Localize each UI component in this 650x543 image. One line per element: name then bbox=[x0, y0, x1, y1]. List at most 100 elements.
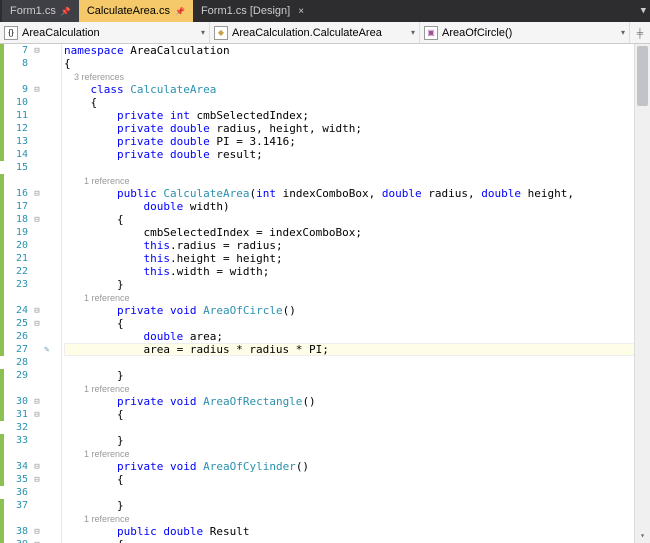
code-line[interactable]: this.radius = radius; bbox=[64, 239, 650, 252]
code-line[interactable]: this.height = height; bbox=[64, 252, 650, 265]
code-line[interactable]: 1 reference bbox=[64, 447, 650, 460]
fold-toggle-icon[interactable]: ⊟ bbox=[32, 397, 42, 407]
fold-toggle-icon[interactable]: ⊟ bbox=[32, 462, 42, 472]
scroll-down-icon[interactable]: ▾ bbox=[635, 529, 650, 543]
line-number: 28 bbox=[4, 357, 32, 368]
gutter-line: 27✎ bbox=[0, 343, 61, 356]
code-line[interactable]: double width) bbox=[64, 200, 650, 213]
code-line[interactable]: private double radius, height, width; bbox=[64, 122, 650, 135]
fold-toggle-icon[interactable]: ⊟ bbox=[32, 46, 42, 56]
line-number: 10 bbox=[4, 97, 32, 108]
close-icon[interactable]: × bbox=[298, 6, 304, 17]
fold-toggle-icon[interactable]: ⊟ bbox=[32, 475, 42, 485]
fold-toggle-icon[interactable]: ⊟ bbox=[32, 85, 42, 95]
pin-icon[interactable]: 📌 bbox=[175, 7, 185, 16]
fold-toggle-icon[interactable]: ⊟ bbox=[32, 215, 42, 225]
fold-toggle-icon[interactable]: ⊟ bbox=[32, 527, 42, 537]
code-line[interactable]: private void AreaOfRectangle() bbox=[64, 395, 650, 408]
code-line[interactable]: { bbox=[64, 538, 650, 543]
line-number: 29 bbox=[4, 370, 32, 381]
code-line[interactable]: namespace AreaCalculation bbox=[64, 44, 650, 57]
fold-toggle-icon[interactable]: ⊟ bbox=[32, 189, 42, 199]
tabs-dropdown-icon[interactable]: ▼ bbox=[637, 6, 650, 16]
code-line[interactable]: { bbox=[64, 213, 650, 226]
fold-toggle-icon[interactable]: ⊟ bbox=[32, 319, 42, 329]
gutter-line: 21 bbox=[0, 252, 61, 265]
line-number: 31 bbox=[4, 409, 32, 420]
tab-form1-cs-design-[interactable]: Form1.cs [Design]× bbox=[193, 0, 312, 22]
code-line[interactable] bbox=[64, 356, 650, 369]
code-line[interactable]: 1 reference bbox=[64, 382, 650, 395]
code-line[interactable]: private int cmbSelectedIndex; bbox=[64, 109, 650, 122]
gutter-line: 13 bbox=[0, 135, 61, 148]
line-number: 16 bbox=[4, 188, 32, 199]
code-line[interactable]: private double PI = 3.1416; bbox=[64, 135, 650, 148]
code-line[interactable] bbox=[64, 421, 650, 434]
line-number: 20 bbox=[4, 240, 32, 251]
gutter-line bbox=[0, 382, 61, 395]
chevron-down-icon: ▾ bbox=[411, 28, 415, 37]
code-line[interactable]: } bbox=[64, 499, 650, 512]
code-line[interactable]: 1 reference bbox=[64, 512, 650, 525]
change-marker bbox=[0, 70, 4, 83]
code-line[interactable]: } bbox=[64, 369, 650, 382]
line-number: 15 bbox=[4, 162, 32, 173]
nav-namespace-dropdown[interactable]: {} AreaCalculation ▾ bbox=[0, 22, 210, 43]
code-line[interactable]: area = radius * radius * PI; bbox=[64, 343, 650, 356]
code-line[interactable]: } bbox=[64, 278, 650, 291]
gutter-line: 20 bbox=[0, 239, 61, 252]
code-line[interactable] bbox=[64, 161, 650, 174]
gutter-line: 31⊟ bbox=[0, 408, 61, 421]
code-line[interactable]: 1 reference bbox=[64, 174, 650, 187]
vertical-scrollbar[interactable]: ▴ ▾ bbox=[634, 44, 650, 543]
code-line[interactable]: } bbox=[64, 434, 650, 447]
nav-member-dropdown[interactable]: ▣ AreaOfCircle() ▾ bbox=[420, 22, 630, 43]
fold-toggle-icon[interactable]: ⊟ bbox=[32, 410, 42, 420]
change-marker bbox=[0, 174, 4, 187]
line-number: 35 bbox=[4, 474, 32, 485]
code-line[interactable]: { bbox=[64, 96, 650, 109]
code-editor[interactable]: 7⊟89⊟10111213141516⊟1718⊟192021222324⊟25… bbox=[0, 44, 650, 543]
namespace-icon: {} bbox=[4, 26, 18, 40]
line-number: 23 bbox=[4, 279, 32, 290]
code-line[interactable]: this.width = width; bbox=[64, 265, 650, 278]
pin-icon[interactable]: 📌 bbox=[61, 7, 71, 16]
gutter: 7⊟89⊟10111213141516⊟1718⊟192021222324⊟25… bbox=[0, 44, 62, 543]
line-number: 7 bbox=[4, 45, 32, 56]
line-number: 14 bbox=[4, 149, 32, 160]
split-view-icon[interactable]: ╪ bbox=[630, 22, 650, 43]
code-line[interactable]: 3 references bbox=[64, 70, 650, 83]
code-line[interactable]: public CalculateArea(int indexComboBox, … bbox=[64, 187, 650, 200]
tabs-container: Form1.cs📌CalculateArea.cs📌Form1.cs [Desi… bbox=[2, 0, 312, 22]
nav-class-dropdown[interactable]: ◆ AreaCalculation.CalculateArea ▾ bbox=[210, 22, 420, 43]
code-line[interactable]: cmbSelectedIndex = indexComboBox; bbox=[64, 226, 650, 239]
code-line[interactable]: private void AreaOfCircle() bbox=[64, 304, 650, 317]
tab-form1-cs[interactable]: Form1.cs📌 bbox=[2, 0, 79, 22]
line-number: 39 bbox=[4, 539, 32, 543]
line-number: 13 bbox=[4, 136, 32, 147]
line-number: 8 bbox=[4, 58, 32, 69]
code-line[interactable]: 1 reference bbox=[64, 291, 650, 304]
line-number: 25 bbox=[4, 318, 32, 329]
code-line[interactable]: private double result; bbox=[64, 148, 650, 161]
code-line[interactable]: double area; bbox=[64, 330, 650, 343]
code-area[interactable]: namespace AreaCalculation{ 3 references … bbox=[62, 44, 650, 543]
change-marker bbox=[0, 291, 4, 304]
nav-namespace-label: AreaCalculation bbox=[22, 27, 100, 39]
fold-toggle-icon[interactable]: ⊟ bbox=[32, 540, 42, 543]
code-line[interactable]: class CalculateArea bbox=[64, 83, 650, 96]
code-line[interactable]: { bbox=[64, 57, 650, 70]
gutter-line: 23 bbox=[0, 278, 61, 291]
gutter-line bbox=[0, 291, 61, 304]
line-number: 32 bbox=[4, 422, 32, 433]
code-line[interactable]: { bbox=[64, 317, 650, 330]
scroll-thumb[interactable] bbox=[637, 46, 648, 106]
code-line[interactable] bbox=[64, 486, 650, 499]
fold-toggle-icon[interactable]: ⊟ bbox=[32, 306, 42, 316]
code-line[interactable]: public double Result bbox=[64, 525, 650, 538]
code-line[interactable]: { bbox=[64, 408, 650, 421]
tab-calculatearea-cs[interactable]: CalculateArea.cs📌 bbox=[79, 0, 193, 22]
code-line[interactable]: private void AreaOfCylinder() bbox=[64, 460, 650, 473]
gutter-line: 15 bbox=[0, 161, 61, 174]
code-line[interactable]: { bbox=[64, 473, 650, 486]
